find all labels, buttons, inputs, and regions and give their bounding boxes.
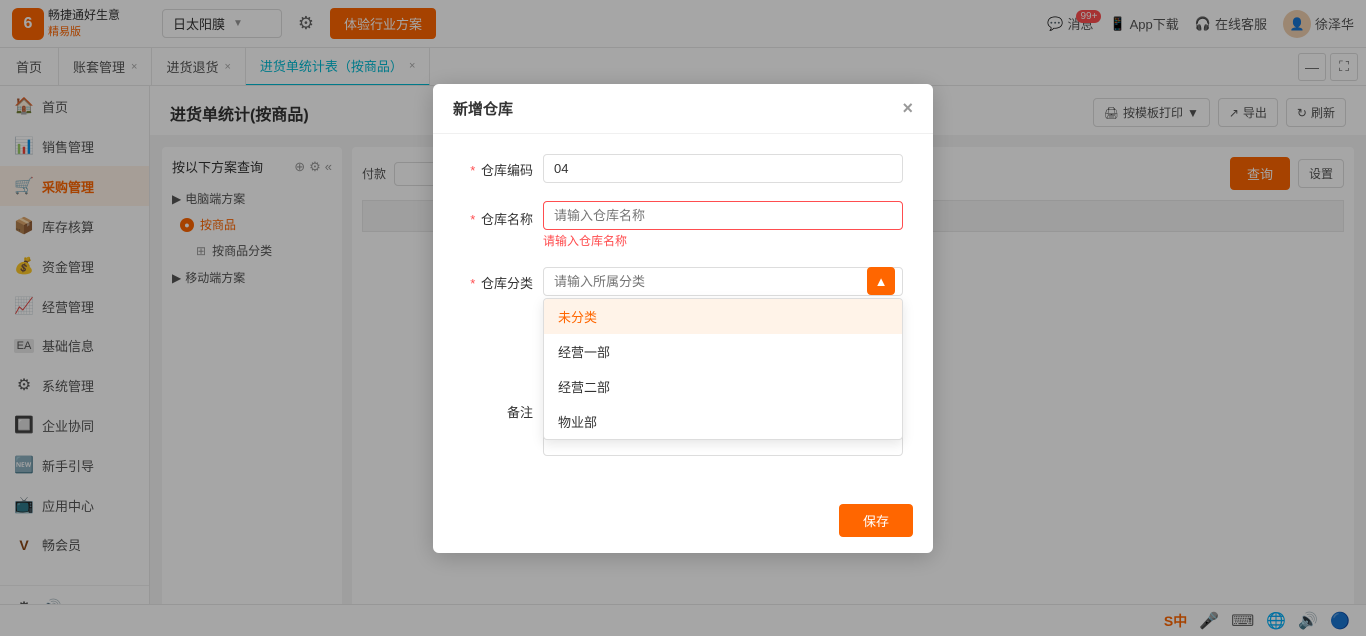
modal-overlay[interactable]: 新增仓库 × * 仓库编码 * 仓库名称 [0, 0, 1366, 636]
category-label: * 仓库分类 [463, 267, 543, 292]
dialog-footer: 保存 [433, 494, 933, 553]
form-row-name: * 仓库名称 请输入仓库名称 [463, 201, 903, 249]
name-label: * 仓库名称 [463, 203, 543, 228]
dropdown-item-property[interactable]: 物业部 [544, 404, 902, 439]
new-warehouse-dialog: 新增仓库 × * 仓库编码 * 仓库名称 [433, 84, 933, 553]
form-row-category: * 仓库分类 ▲ 未分类 经营一部 经营二部 物业部 [463, 267, 903, 296]
dialog-body: * 仓库编码 * 仓库名称 请输入仓库名称 [433, 134, 933, 494]
category-select-wrap: ▲ [543, 267, 903, 296]
save-button[interactable]: 保存 [839, 504, 913, 537]
category-input[interactable] [543, 267, 903, 296]
category-dropdown: 未分类 经营一部 经营二部 物业部 [543, 298, 903, 440]
code-input[interactable] [543, 154, 903, 183]
name-input[interactable] [543, 201, 903, 230]
dialog-header: 新增仓库 × [433, 84, 933, 134]
dropdown-item-ops2[interactable]: 经营二部 [544, 369, 902, 404]
dropdown-item-ops1[interactable]: 经营一部 [544, 334, 902, 369]
category-toggle-icon[interactable]: ▲ [867, 267, 895, 295]
form-row-code: * 仓库编码 [463, 154, 903, 183]
name-error-message: 请输入仓库名称 [543, 234, 627, 248]
dropdown-item-unclassified[interactable]: 未分类 [544, 299, 902, 334]
dialog-title: 新增仓库 [453, 98, 513, 119]
dialog-close-icon[interactable]: × [902, 99, 913, 117]
remark-label: 备注 [463, 396, 543, 421]
code-label: * 仓库编码 [463, 154, 543, 179]
